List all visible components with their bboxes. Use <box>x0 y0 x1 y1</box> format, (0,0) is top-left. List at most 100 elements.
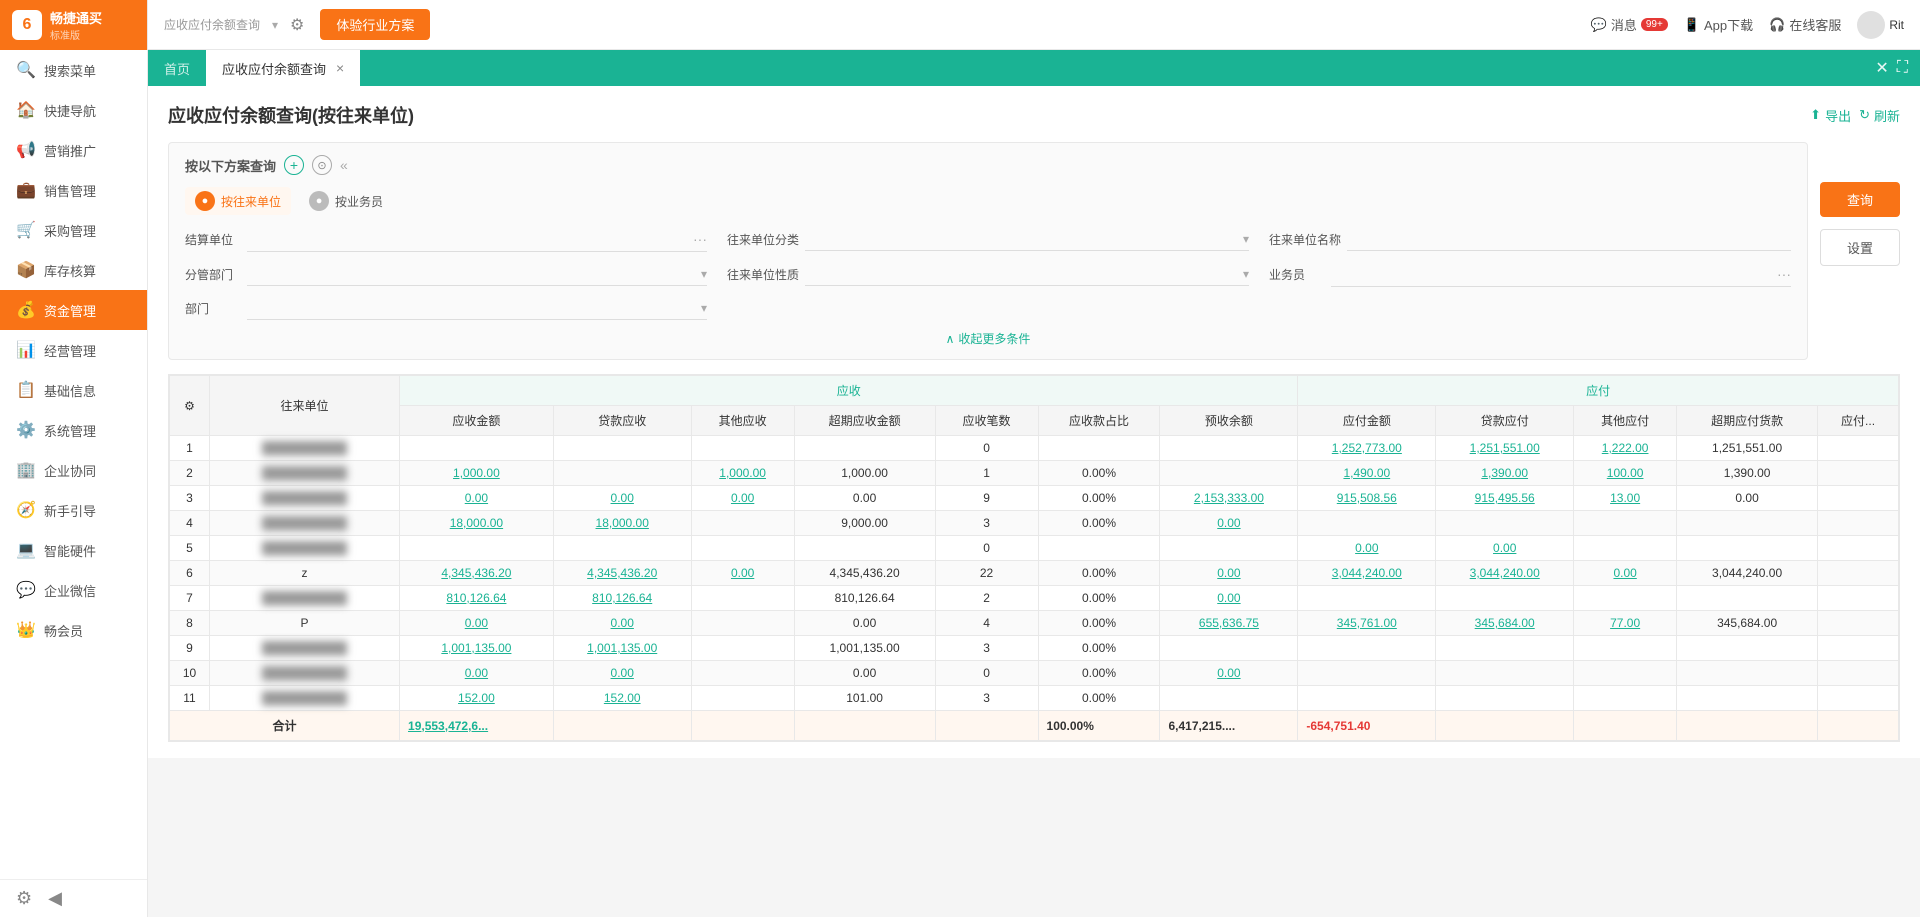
table-cell[interactable]: 1,252,773.00 <box>1298 436 1436 461</box>
field-partner-name-input[interactable] <box>1347 228 1791 251</box>
refresh-btn[interactable]: ↻ 刷新 <box>1859 106 1900 125</box>
table-cell[interactable]: 0.00 <box>1298 536 1436 561</box>
settings-icon[interactable]: ⚙ <box>16 888 32 909</box>
table-cell[interactable]: 0.00 <box>691 561 794 586</box>
table-cell[interactable]: 152.00 <box>553 686 691 711</box>
field-partner-category-select[interactable]: ▾ <box>805 228 1249 251</box>
query-btn[interactable]: 查询 <box>1820 182 1900 217</box>
table-cell[interactable]: 915,508.56 <box>1298 486 1436 511</box>
footer-payable-total[interactable]: -654,751.40 <box>1298 711 1436 741</box>
sidebar-item-marketing[interactable]: 📢 营销推广 <box>0 130 147 170</box>
sidebar-item-enterprise[interactable]: 🏢 企业协同 <box>0 450 147 490</box>
td-partner: ██████████ <box>210 436 400 461</box>
table-cell[interactable]: 18,000.00 <box>400 511 554 536</box>
table-cell[interactable]: 2,153,333.00 <box>1160 486 1298 511</box>
table-cell[interactable]: 810,126.64 <box>553 586 691 611</box>
table-cell[interactable]: 1,000.00 <box>691 461 794 486</box>
table-cell[interactable]: 345,684.00 <box>1436 611 1574 636</box>
online-service-item[interactable]: 🎧 在线客服 <box>1769 15 1841 34</box>
table-cell[interactable]: 0.00 <box>1160 586 1298 611</box>
table-cell[interactable]: 0.00 <box>691 486 794 511</box>
td-overdue-pay <box>1677 686 1818 711</box>
table-cell[interactable]: 915,495.56 <box>1436 486 1574 511</box>
table-cell[interactable]: 3,044,240.00 <box>1298 561 1436 586</box>
sidebar-item-search-menu[interactable]: 🔍 搜索菜单 <box>0 50 147 90</box>
filter-config-btn[interactable]: ⊙ <box>312 155 332 175</box>
sidebar-item-purchase[interactable]: 🛒 采购管理 <box>0 210 147 250</box>
sidebar-item-smart-hw[interactable]: 💻 智能硬件 <box>0 530 147 570</box>
table-cell[interactable]: 13.00 <box>1574 486 1677 511</box>
table-cell[interactable]: 0.00 <box>1436 536 1574 561</box>
tab-close-window-icon[interactable]: ✕ <box>1875 58 1888 78</box>
table-cell[interactable]: 1,490.00 <box>1298 461 1436 486</box>
table-cell[interactable]: 1,390.00 <box>1436 461 1574 486</box>
table-cell[interactable]: 4,345,436.20 <box>553 561 691 586</box>
table-cell[interactable]: 0.00 <box>1160 661 1298 686</box>
sidebar-item-operations[interactable]: 📊 经营管理 <box>0 330 147 370</box>
table-cell[interactable]: 0.00 <box>553 486 691 511</box>
field-settlement-input[interactable]: ··· <box>247 227 707 252</box>
table-cell[interactable]: 77.00 <box>1574 611 1677 636</box>
header-settings-icon[interactable]: ⚙ <box>290 15 304 35</box>
field-partner-nature-label: 往来单位性质 <box>727 266 799 283</box>
table-cell[interactable]: 0.00 <box>553 611 691 636</box>
trial-btn[interactable]: 体验行业方案 <box>320 9 430 40</box>
refresh-icon: ↻ <box>1859 107 1870 123</box>
table-cell[interactable]: 1,001,135.00 <box>400 636 554 661</box>
filter-add-btn[interactable]: + <box>284 155 304 175</box>
settings-btn[interactable]: 设置 <box>1820 229 1900 266</box>
footer-loan-pay <box>1436 711 1574 741</box>
table-cell[interactable]: 1,000.00 <box>400 461 554 486</box>
collapse-btn[interactable]: ∧ 收起更多条件 <box>946 330 1031 347</box>
sidebar-label-enterprise: 企业协同 <box>44 461 96 480</box>
th-settings[interactable]: ⚙ <box>170 376 210 436</box>
table-cell[interactable]: 0.00 <box>1160 561 1298 586</box>
td-partner: ██████████ <box>210 636 400 661</box>
sidebar-item-quick-nav[interactable]: 🏠 快捷导航 <box>0 90 147 130</box>
table-cell[interactable]: 0.00 <box>1160 511 1298 536</box>
sidebar-item-wechat[interactable]: 💬 企业微信 <box>0 570 147 610</box>
table-cell[interactable]: 0.00 <box>400 486 554 511</box>
tab-balance-query[interactable]: 应收应付余额查询 × <box>206 50 360 86</box>
collapse-sidebar-icon[interactable]: ◀ <box>48 888 62 909</box>
table-cell[interactable]: 1,251,551.00 <box>1436 436 1574 461</box>
app-download-item[interactable]: 📱 App下载 <box>1684 15 1753 34</box>
export-btn[interactable]: ⬆ 导出 <box>1810 106 1851 125</box>
user-item[interactable]: Rit <box>1857 11 1904 39</box>
sidebar-item-sales[interactable]: 💼 销售管理 <box>0 170 147 210</box>
sidebar-item-guide[interactable]: 🧭 新手引导 <box>0 490 147 530</box>
sidebar-item-inventory[interactable]: 📦 库存核算 <box>0 250 147 290</box>
table-cell[interactable]: 152.00 <box>400 686 554 711</box>
filter-option-by-salesman[interactable]: ● 按业务员 <box>299 187 393 215</box>
table-cell[interactable]: 1,001,135.00 <box>553 636 691 661</box>
tab-close-icon[interactable]: × <box>336 60 344 76</box>
table-cell[interactable]: 0.00 <box>553 661 691 686</box>
sidebar-item-finance[interactable]: 💰 资金管理 <box>0 290 147 330</box>
footer-receivable-total[interactable]: 19,553,472,6... <box>400 711 554 741</box>
field-department-select[interactable]: ▾ <box>247 297 707 320</box>
table-cell[interactable]: 3,044,240.00 <box>1436 561 1574 586</box>
notification-item[interactable]: 💬 消息 99+ <box>1591 15 1668 34</box>
field-salesman-input[interactable]: ··· <box>1331 262 1791 287</box>
sidebar-item-basic-info[interactable]: 📋 基础信息 <box>0 370 147 410</box>
table-cell[interactable]: 345,761.00 <box>1298 611 1436 636</box>
filter-option-by-partner[interactable]: ● 按往来单位 <box>185 187 291 215</box>
field-dept-manager-select[interactable]: ▾ <box>247 263 707 286</box>
table-cell[interactable]: 810,126.64 <box>400 586 554 611</box>
tab-maximize-icon[interactable]: ⛶ <box>1897 59 1908 77</box>
table-cell[interactable]: 18,000.00 <box>553 511 691 536</box>
table-cell[interactable]: 0.00 <box>400 611 554 636</box>
app-download-label: App下载 <box>1704 15 1753 34</box>
sidebar-item-member[interactable]: 👑 畅会员 <box>0 610 147 650</box>
table-cell[interactable]: 655,636.75 <box>1160 611 1298 636</box>
sidebar-item-system[interactable]: ⚙️ 系统管理 <box>0 410 147 450</box>
page-title: 应收应付余额查询(按往来单位) <box>168 102 414 128</box>
filter-collapse-icon[interactable]: « <box>340 157 348 173</box>
table-cell[interactable]: 4,345,436.20 <box>400 561 554 586</box>
field-partner-nature-select[interactable]: ▾ <box>805 263 1249 286</box>
table-cell[interactable]: 0.00 <box>400 661 554 686</box>
tab-home[interactable]: 首页 <box>148 50 206 86</box>
table-cell[interactable]: 100.00 <box>1574 461 1677 486</box>
table-cell[interactable]: 1,222.00 <box>1574 436 1677 461</box>
table-cell[interactable]: 0.00 <box>1574 561 1677 586</box>
